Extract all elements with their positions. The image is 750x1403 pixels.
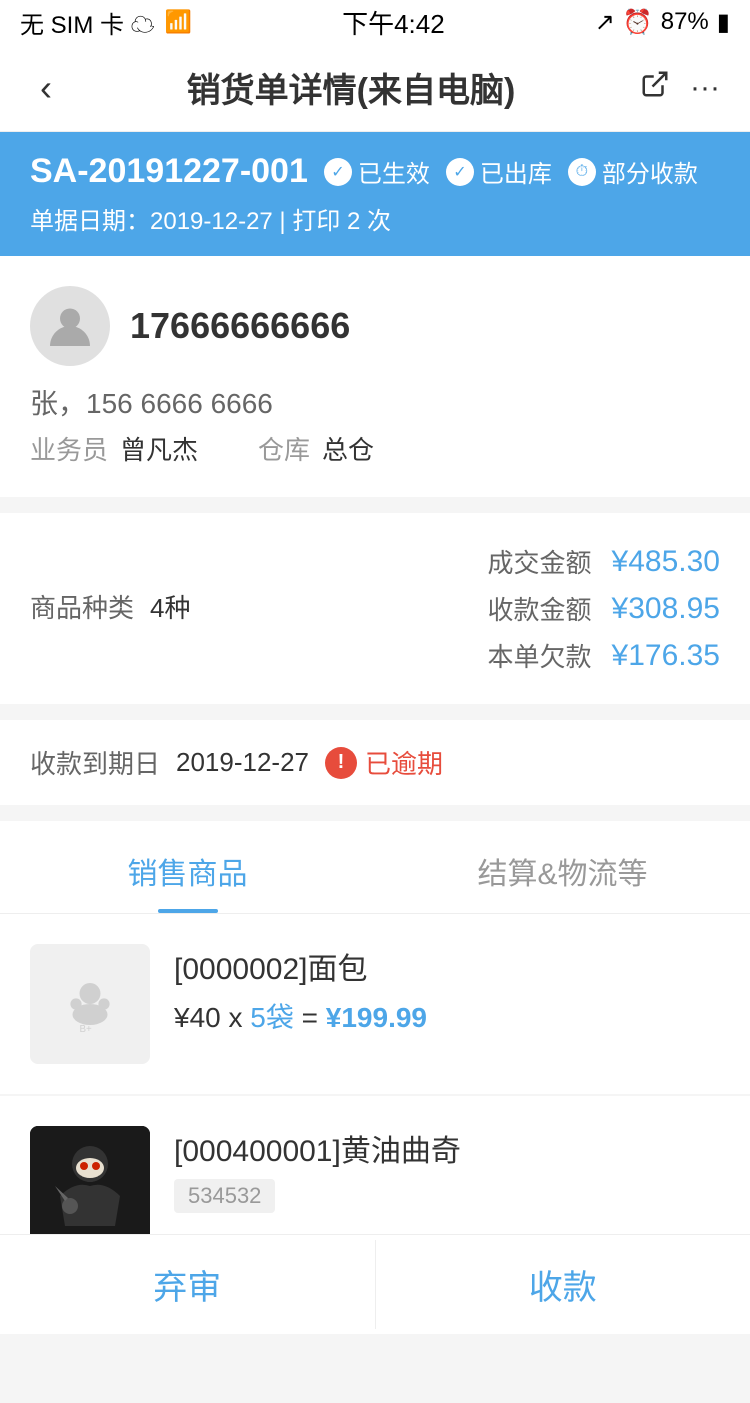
list-item: B+ [0000002]面包 ¥40 x 5袋 = ¥199.99 [0, 914, 750, 1094]
price-value-1: ¥40 [174, 1002, 221, 1033]
cancel-button[interactable]: 弃审 [0, 1240, 376, 1329]
check-icon-2: ✓ [446, 158, 474, 186]
owed-amount-row: 本单欠款 ¥176.35 [488, 637, 720, 674]
due-date-label: 收款到期日 [30, 744, 160, 781]
order-number: SA-20191227-001 [30, 152, 308, 191]
received-amount-value: ¥308.95 [612, 592, 720, 626]
warehouse-label: 仓库 [258, 430, 310, 467]
quantity-value-1: 5袋 [250, 1002, 294, 1033]
status-right: ↗ ⏰ 87% ▮ [595, 8, 730, 37]
bottom-bar: 弃审 收款 [0, 1234, 750, 1334]
owed-amount-value: ¥176.35 [612, 639, 720, 673]
received-amount-row: 收款金额 ¥308.95 [488, 590, 720, 627]
product-types-value: 4种 [150, 588, 190, 625]
customer-section: 17666666666 张，156 6666 6666 业务员 曾凡杰 仓库 总… [0, 256, 750, 497]
nav-actions: ··· [640, 69, 720, 107]
tabs: 销售商品 结算&物流等 [0, 821, 750, 914]
header-banner-top: SA-20191227-001 ✓ 已生效 ✓ 已出库 ⏱ 部分收款 [30, 152, 720, 191]
deal-amount-label: 成交金额 [488, 543, 592, 580]
badge-shipped: ✓ 已出库 [446, 154, 552, 189]
received-amount-label: 收款金额 [488, 590, 592, 627]
battery-icon: ▮ [717, 8, 730, 37]
tab-products[interactable]: 销售商品 [0, 821, 375, 913]
badge-effective: ✓ 已生效 [324, 154, 430, 189]
back-button[interactable]: ‹ [30, 57, 62, 119]
customer-id: 17666666666 [130, 305, 350, 347]
salesperson-label: 业务员 [30, 430, 108, 467]
total-value-1: ¥199.99 [326, 1002, 427, 1033]
badge-partial-label: 部分收款 [602, 154, 698, 189]
due-date-value: 2019-12-27 [176, 747, 309, 778]
confirm-button[interactable]: 收款 [376, 1240, 750, 1329]
status-left: 无 SIM 卡 ☁ 📶 [20, 5, 192, 40]
product-types-row: 商品种类 4种 [30, 588, 190, 625]
clock-icon: ⏱ [568, 158, 596, 186]
tabs-section: 销售商品 结算&物流等 [0, 821, 750, 914]
alarm-icon: ⏰ [623, 8, 653, 37]
overdue-badge: ! 已逾期 [325, 744, 443, 781]
customer-meta: 业务员 曾凡杰 仓库 总仓 [30, 430, 720, 467]
stats-section: 商品种类 4种 成交金额 ¥485.30 收款金额 ¥308.95 本单欠款 ¥… [0, 513, 750, 704]
location-icon: ↗ [595, 8, 615, 37]
salesperson-item: 业务员 曾凡杰 [30, 430, 198, 467]
deal-amount-value: ¥485.30 [612, 545, 720, 579]
svg-text:B+: B+ [80, 1024, 93, 1035]
warehouse-item: 仓库 总仓 [258, 430, 374, 467]
product-info-1: [0000002]面包 ¥40 x 5袋 = ¥199.99 [174, 944, 720, 1036]
status-time: 下午4:42 [342, 4, 445, 41]
salesperson-value: 曾凡杰 [120, 430, 198, 467]
due-date-section: 收款到期日 2019-12-27 ! 已逾期 [0, 720, 750, 805]
stats-left: 商品种类 4种 [30, 543, 190, 674]
nav-bar: ‹ 销货单详情(来自电脑) ··· [0, 44, 750, 132]
product-thumbnail-2 [30, 1126, 150, 1246]
product-name-2: [000400001]黄油曲奇 [174, 1126, 720, 1170]
product-price-1: ¥40 x 5袋 = ¥199.99 [174, 996, 720, 1036]
sim-status: 无 SIM 卡 ☁ [20, 5, 155, 40]
badge-partial: ⏱ 部分收款 [568, 154, 698, 189]
status-badges: ✓ 已生效 ✓ 已出库 ⏱ 部分收款 [324, 154, 698, 189]
header-sub-info: 单据日期：2019-12-27 | 打印 2 次 [30, 201, 720, 236]
battery-level: 87% [661, 8, 709, 36]
overdue-label: 已逾期 [365, 744, 443, 781]
deal-amount-row: 成交金额 ¥485.30 [488, 543, 720, 580]
stats-right: 成交金额 ¥485.30 收款金额 ¥308.95 本单欠款 ¥176.35 [488, 543, 720, 674]
tab-settlement[interactable]: 结算&物流等 [375, 821, 750, 913]
badge-effective-label: 已生效 [358, 154, 430, 189]
product-sku-2: 534532 [174, 1179, 275, 1213]
product-name-1: [0000002]面包 [174, 944, 720, 988]
owed-amount-label: 本单欠款 [488, 637, 592, 674]
share-icon[interactable] [640, 69, 670, 107]
customer-info: 17666666666 [130, 305, 350, 347]
overdue-icon: ! [325, 747, 357, 779]
wifi-icon: 📶 [165, 9, 192, 35]
product-types-label: 商品种类 [30, 588, 134, 625]
customer-top: 17666666666 [30, 286, 720, 366]
product-thumbnail-1: B+ [30, 944, 150, 1064]
status-bar: 无 SIM 卡 ☁ 📶 下午4:42 ↗ ⏰ 87% ▮ [0, 0, 750, 44]
badge-shipped-label: 已出库 [480, 154, 552, 189]
warehouse-value: 总仓 [322, 430, 374, 467]
check-icon-1: ✓ [324, 158, 352, 186]
customer-phone: 张，156 6666 6666 [30, 382, 720, 422]
avatar [30, 286, 110, 366]
more-icon[interactable]: ··· [690, 71, 720, 105]
page-title: 销货单详情(来自电脑) [62, 63, 640, 112]
header-banner: SA-20191227-001 ✓ 已生效 ✓ 已出库 ⏱ 部分收款 单据日期：… [0, 132, 750, 256]
